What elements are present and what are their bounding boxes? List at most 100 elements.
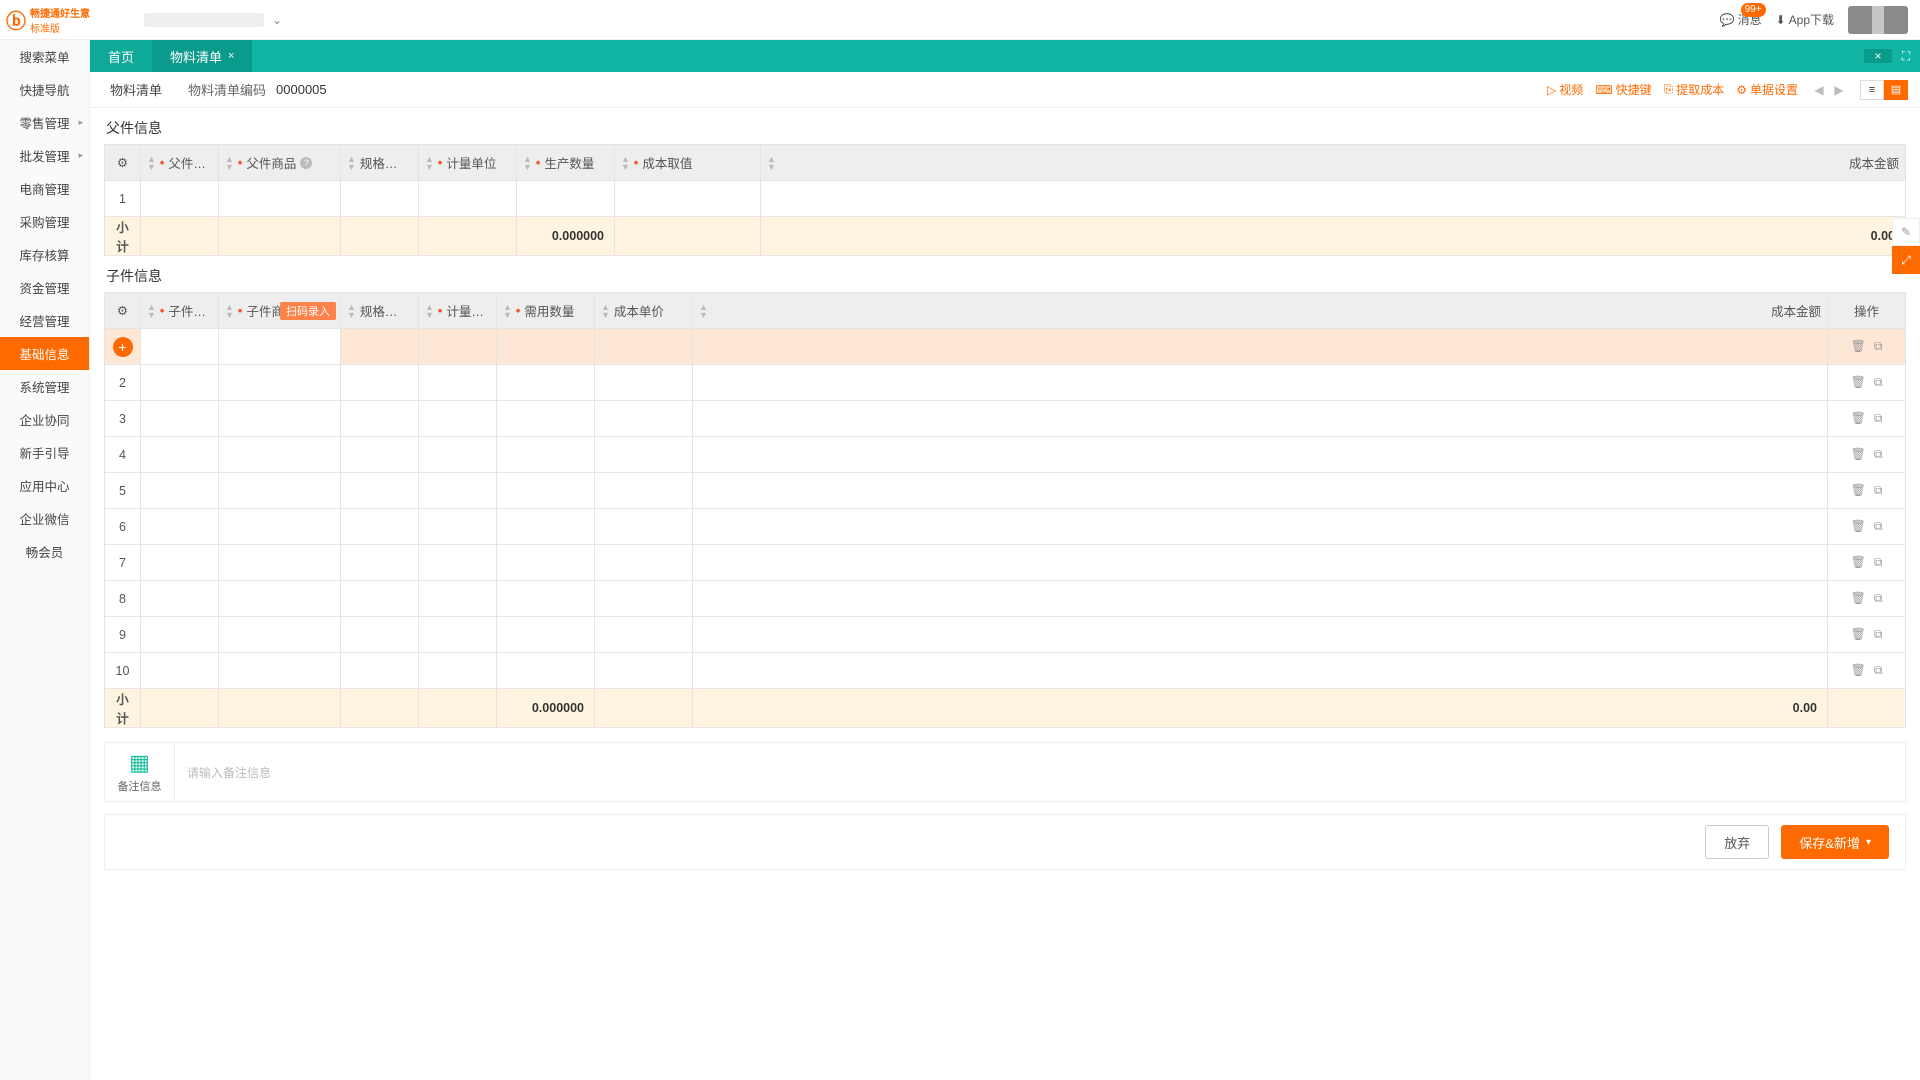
col-child-qty[interactable]: ▲▼•需用数量 <box>497 293 595 329</box>
col-child-uom[interactable]: ▲▼•计量… <box>419 293 497 329</box>
sidebar-item-1[interactable]: 快捷导航 <box>0 73 89 106</box>
tab-bom[interactable]: 物料清单 × <box>152 40 252 72</box>
video-link[interactable]: ▷视频 <box>1547 81 1583 98</box>
expand-tool[interactable]: ⤢ <box>1892 246 1920 274</box>
gear-icon: ⚙ <box>117 156 128 170</box>
sidebar-item-12[interactable]: 新手引导 <box>0 436 89 469</box>
child-settings-header[interactable]: ⚙ <box>105 293 141 329</box>
sidebar-item-11[interactable]: 企业协同 <box>0 403 89 436</box>
child-row[interactable]: 2🗑⧉ <box>105 365 1906 401</box>
user-avatar[interactable] <box>1848 6 1908 34</box>
org-selector[interactable]: ⌄ <box>144 13 282 27</box>
delete-row-icon[interactable]: 🗑 <box>1851 375 1866 389</box>
subtotal-label: 小计 <box>105 689 141 728</box>
tab-home[interactable]: 首页 <box>90 40 152 72</box>
prev-doc[interactable]: ◀ <box>1810 83 1828 97</box>
col-parent-costamt[interactable]: ▲▼成本金额 <box>761 145 1906 181</box>
parent-section-title: 父件信息 <box>106 118 1906 138</box>
child-subtotal-qty: 0.000000 <box>497 689 595 728</box>
sidebar-item-13[interactable]: 应用中心 <box>0 469 89 502</box>
parent-settings-header[interactable]: ⚙ <box>105 145 141 181</box>
copy-row-icon[interactable]: ⧉ <box>1874 663 1883 677</box>
col-child-code[interactable]: ▲▼•子件… <box>141 293 219 329</box>
remarks-input[interactable]: 请输入备注信息 <box>175 743 1905 801</box>
col-parent-uom[interactable]: ▲▼•计量单位 <box>419 145 517 181</box>
close-icon[interactable]: × <box>228 50 234 62</box>
sidebar-item-3[interactable]: 批发管理 <box>0 139 89 172</box>
row-index: 1 <box>105 181 141 217</box>
copy-row-icon[interactable]: ⧉ <box>1874 519 1883 533</box>
next-doc[interactable]: ▶ <box>1830 83 1848 97</box>
child-row[interactable]: 9🗑⧉ <box>105 617 1906 653</box>
sidebar-item-2[interactable]: 零售管理 <box>0 106 89 139</box>
col-parent-code[interactable]: ▲▼•父件… <box>141 145 219 181</box>
extract-cost-link[interactable]: ⎘提取成本 <box>1664 81 1725 98</box>
col-child-product[interactable]: ▲▼•子件商扫码录入 <box>219 293 341 329</box>
save-and-new-button[interactable]: 保存&新增▾ <box>1781 825 1889 859</box>
chevron-down-icon: ▾ <box>1866 837 1871 848</box>
edit-tool[interactable]: ✎ <box>1892 218 1920 246</box>
remarks-bar: ▦ 备注信息 请输入备注信息 <box>104 742 1906 802</box>
sidebar-item-15[interactable]: 畅会员 <box>0 535 89 568</box>
col-parent-spec[interactable]: ▲▼规格… <box>341 145 419 181</box>
sidebar-item-0[interactable]: 搜索菜单 <box>0 40 89 73</box>
delete-row-icon[interactable]: 🗑 <box>1851 627 1866 641</box>
brand-logo: ⓑ 畅捷通好生意 标准版 <box>0 3 96 37</box>
view-list[interactable]: ≡ <box>1860 80 1884 100</box>
copy-row-icon[interactable]: ⧉ <box>1874 591 1883 605</box>
help-icon[interactable]: ? <box>300 157 312 169</box>
gear-icon: ⚙ <box>117 304 128 318</box>
sidebar-item-6[interactable]: 库存核算 <box>0 238 89 271</box>
copy-row-icon[interactable]: ⧉ <box>1874 555 1883 569</box>
copy-row-icon[interactable]: ⧉ <box>1874 483 1883 497</box>
delete-row-icon[interactable]: 🗑 <box>1851 591 1866 605</box>
child-row[interactable]: 8🗑⧉ <box>105 581 1906 617</box>
child-row[interactable]: 5🗑⧉ <box>105 473 1906 509</box>
sidebar-item-8[interactable]: 经营管理 <box>0 304 89 337</box>
col-parent-qty[interactable]: ▲▼•生产数量 <box>517 145 615 181</box>
view-form[interactable]: ▤ <box>1884 80 1908 100</box>
copy-row-icon[interactable]: ⧉ <box>1874 411 1883 425</box>
discard-button[interactable]: 放弃 <box>1705 825 1769 859</box>
delete-row-icon[interactable]: 🗑 <box>1851 663 1866 677</box>
sidebar-item-5[interactable]: 采购管理 <box>0 205 89 238</box>
app-download-link[interactable]: ⬇ App下载 <box>1776 11 1834 28</box>
parent-row[interactable]: 1 <box>105 181 1906 217</box>
child-row[interactable]: + 🗑 ⧉ <box>105 329 1906 365</box>
delete-row-icon[interactable]: 🗑 <box>1851 519 1866 533</box>
add-row-button[interactable]: + <box>113 337 133 357</box>
child-row[interactable]: 3🗑⧉ <box>105 401 1906 437</box>
floating-tools: ✎ ⤢ <box>1892 218 1920 274</box>
col-child-costamt[interactable]: ▲▼成本金额 <box>693 293 1828 329</box>
copy-row-icon[interactable]: ⧉ <box>1874 627 1883 641</box>
sidebar-item-14[interactable]: 企业微信 <box>0 502 89 535</box>
child-row[interactable]: 7🗑⧉ <box>105 545 1906 581</box>
copy-row-icon[interactable]: ⧉ <box>1874 339 1883 353</box>
delete-row-icon[interactable]: 🗑 <box>1851 411 1866 425</box>
col-parent-costbase[interactable]: ▲▼•成本取值 <box>615 145 761 181</box>
col-child-spec[interactable]: ▲▼规格… <box>341 293 419 329</box>
child-subtotal-amt: 0.00 <box>693 689 1828 728</box>
sidebar-item-4[interactable]: 电商管理 <box>0 172 89 205</box>
close-all-tabs[interactable]: × <box>1864 49 1892 63</box>
sidebar-item-10[interactable]: 系统管理 <box>0 370 89 403</box>
child-row[interactable]: 4🗑⧉ <box>105 437 1906 473</box>
copy-row-icon[interactable]: ⧉ <box>1874 447 1883 461</box>
child-row[interactable]: 6🗑⧉ <box>105 509 1906 545</box>
delete-row-icon[interactable]: 🗑 <box>1851 339 1866 353</box>
sidebar-item-7[interactable]: 资金管理 <box>0 271 89 304</box>
delete-row-icon[interactable]: 🗑 <box>1851 447 1866 461</box>
fullscreen-icon[interactable]: ⛶ <box>1892 49 1920 64</box>
play-icon: ▷ <box>1547 83 1556 97</box>
hotkey-link[interactable]: ⌨快捷键 <box>1595 81 1651 98</box>
doc-settings-link[interactable]: ⚙单据设置 <box>1736 81 1798 98</box>
scan-input-badge[interactable]: 扫码录入 <box>280 302 336 320</box>
sidebar-item-9[interactable]: 基础信息 <box>0 337 89 370</box>
col-child-unitcost[interactable]: ▲▼成本单价 <box>595 293 693 329</box>
delete-row-icon[interactable]: 🗑 <box>1851 483 1866 497</box>
col-parent-product[interactable]: ▲▼•父件商品? <box>219 145 341 181</box>
messages-link[interactable]: 💬 消息 99+ <box>1720 11 1762 28</box>
delete-row-icon[interactable]: 🗑 <box>1851 555 1866 569</box>
copy-row-icon[interactable]: ⧉ <box>1874 375 1883 389</box>
child-row[interactable]: 10🗑⧉ <box>105 653 1906 689</box>
